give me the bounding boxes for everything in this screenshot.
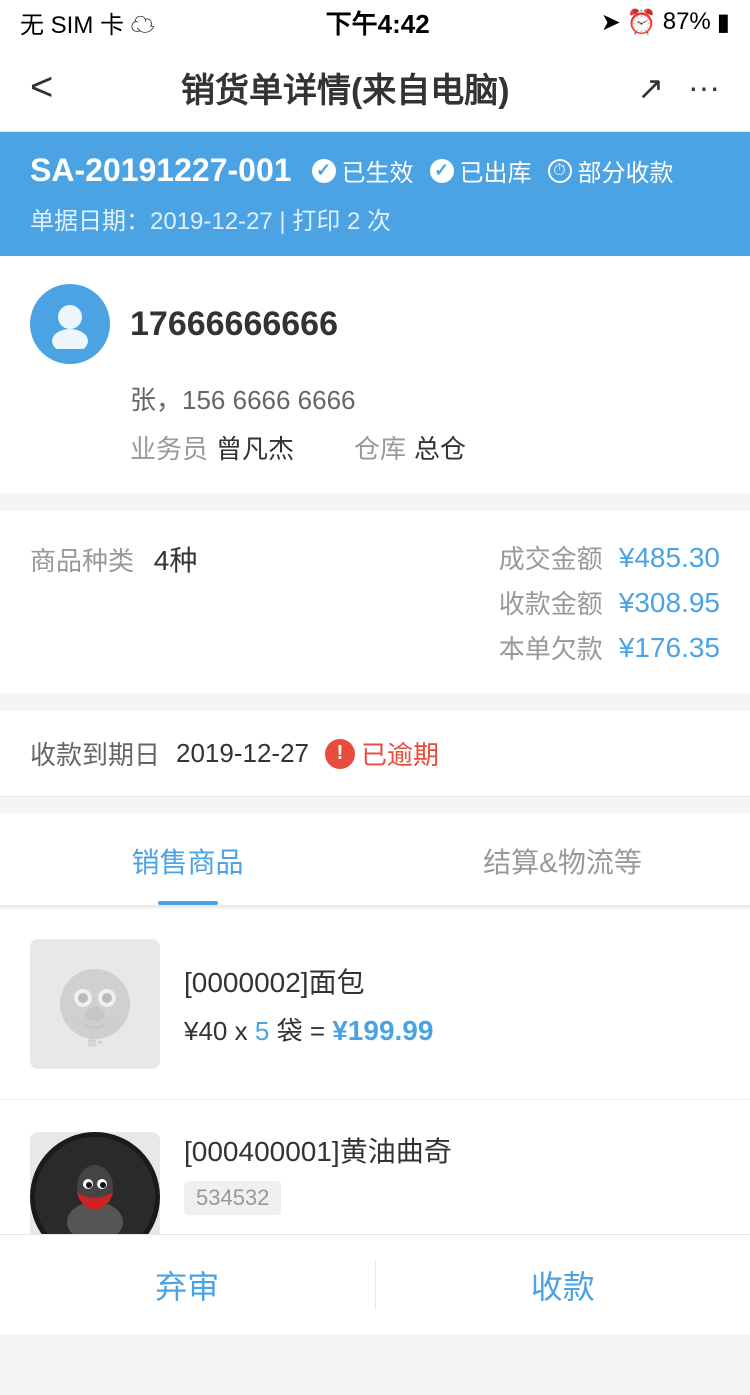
bottom-bar: 弃审 收款 bbox=[0, 1234, 750, 1334]
nav-bar: < 销货单详情(来自电脑) ↗ ··· bbox=[0, 44, 750, 132]
agent-info: 业务员 曾凡杰 bbox=[130, 429, 354, 466]
order-id: SA-20191227-001 bbox=[30, 152, 292, 189]
overdue-badge: ! 已逾期 bbox=[325, 735, 439, 772]
due-date-section: 收款到期日 2019-12-27 ! 已逾期 bbox=[0, 711, 750, 797]
status-right: ➤ ⏰ 87% ▮ bbox=[601, 8, 730, 37]
location-icon: ➤ bbox=[601, 8, 621, 37]
amount-info: 成交金额 ¥485.30 收款金额 ¥308.95 本单欠款 ¥176.35 bbox=[499, 539, 720, 666]
cancel-button[interactable]: 弃审 bbox=[0, 1242, 375, 1328]
product-info: [0000002]面包 ¥40 x 5 袋 = ¥199.99 bbox=[184, 961, 720, 1048]
overdue-text: 已逾期 bbox=[361, 735, 439, 772]
tabs-section: 销售商品 结算&物流等 bbox=[0, 813, 750, 907]
tab-settlement-label: 结算&物流等 bbox=[483, 847, 642, 878]
tab-products[interactable]: 销售商品 bbox=[0, 813, 375, 905]
badge-activated: ✓ 已生效 bbox=[312, 153, 414, 188]
product-tag: 534532 bbox=[184, 1181, 281, 1215]
debt-amount-row: 本单欠款 ¥176.35 bbox=[499, 629, 720, 666]
page-title: 销货单详情(来自电脑) bbox=[181, 63, 510, 112]
tab-settlement[interactable]: 结算&物流等 bbox=[375, 813, 750, 905]
badge-partial: ⏱ 部分收款 bbox=[548, 153, 674, 188]
more-button[interactable]: ··· bbox=[688, 69, 720, 106]
shipped-label: 已出库 bbox=[460, 153, 532, 188]
warehouse-label: 仓库 bbox=[354, 429, 406, 466]
received-label: 收款金额 bbox=[499, 584, 603, 621]
deal-amount-value: ¥485.30 bbox=[619, 542, 720, 574]
alarm-icon: ⏰ bbox=[627, 8, 657, 37]
owl-placeholder-icon: 鱼+ bbox=[45, 954, 145, 1054]
summary-section: 商品种类 4种 成交金额 ¥485.30 收款金额 ¥308.95 本单欠款 ¥… bbox=[0, 511, 750, 695]
product-name: [0000002]面包 bbox=[184, 961, 720, 1001]
product-type-info: 商品种类 4种 bbox=[30, 539, 197, 579]
order-sub-info: 单据日期：2019-12-27 | 打印 2 次 bbox=[30, 201, 720, 236]
svg-text:鱼+: 鱼+ bbox=[87, 1036, 103, 1049]
status-time: 下午4:42 bbox=[326, 4, 430, 41]
due-label: 收款到期日 bbox=[30, 735, 160, 772]
list-item: 鱼+ [0000002]面包 ¥40 x 5 袋 = ¥199.99 bbox=[0, 909, 750, 1100]
deal-amount-row: 成交金额 ¥485.30 bbox=[499, 539, 720, 576]
activated-icon: ✓ bbox=[312, 159, 336, 183]
avatar bbox=[30, 284, 110, 364]
partial-icon: ⏱ bbox=[548, 159, 572, 183]
customer-meta: 业务员 曾凡杰 仓库 总仓 bbox=[30, 429, 720, 466]
partial-label: 部分收款 bbox=[578, 153, 674, 188]
customer-section: 17666666666 张，156 6666 6666 业务员 曾凡杰 仓库 总… bbox=[0, 256, 750, 495]
received-amount-row: 收款金额 ¥308.95 bbox=[499, 584, 720, 621]
battery-icon: ▮ bbox=[717, 8, 730, 37]
warehouse-name: 总仓 bbox=[414, 429, 466, 466]
product-unit-price: ¥40 bbox=[184, 1016, 227, 1046]
agent-label: 业务员 bbox=[130, 429, 208, 466]
product-name: [000400001]黄油曲奇 bbox=[184, 1130, 720, 1170]
overdue-icon: ! bbox=[325, 739, 355, 769]
confirm-button[interactable]: 收款 bbox=[376, 1242, 750, 1328]
agent-name: 曾凡杰 bbox=[216, 429, 294, 466]
battery-level: 87% bbox=[663, 8, 711, 36]
tab-products-label: 销售商品 bbox=[131, 847, 243, 878]
warehouse-info: 仓库 总仓 bbox=[354, 429, 526, 466]
product-multiply: x bbox=[235, 1016, 255, 1046]
due-date-value: 2019-12-27 bbox=[176, 738, 309, 769]
customer-phone: 17666666666 bbox=[130, 305, 338, 344]
nav-right-actions: ↗ ··· bbox=[637, 69, 720, 107]
debt-value: ¥176.35 bbox=[619, 632, 720, 664]
type-value: 4种 bbox=[154, 545, 198, 576]
badge-shipped: ✓ 已出库 bbox=[430, 153, 532, 188]
order-badges: ✓ 已生效 ✓ 已出库 ⏱ 部分收款 bbox=[312, 153, 674, 188]
product-qty: 5 bbox=[255, 1016, 269, 1046]
product-price-row: ¥40 x 5 袋 = ¥199.99 bbox=[184, 1011, 720, 1048]
product-total: ¥199.99 bbox=[332, 1015, 433, 1046]
sim-status: 无 SIM 卡 ☁ bbox=[20, 5, 155, 40]
received-value: ¥308.95 bbox=[619, 587, 720, 619]
share-button[interactable]: ↗ bbox=[637, 69, 664, 107]
product-equals: = bbox=[310, 1016, 332, 1046]
product-unit: 袋 bbox=[277, 1016, 303, 1046]
deal-amount-label: 成交金额 bbox=[499, 539, 603, 576]
activated-label: 已生效 bbox=[342, 153, 414, 188]
back-button[interactable]: < bbox=[30, 65, 53, 110]
nav-left-actions: < bbox=[30, 65, 53, 110]
tab-underline bbox=[158, 901, 218, 905]
status-left: 无 SIM 卡 ☁ bbox=[20, 5, 155, 40]
debt-label: 本单欠款 bbox=[499, 629, 603, 666]
product-thumbnail: 鱼+ bbox=[30, 939, 160, 1069]
customer-name-phone: 张，156 6666 6666 bbox=[30, 380, 720, 417]
order-header: SA-20191227-001 ✓ 已生效 ✓ 已出库 ⏱ 部分收款 单据日期：… bbox=[0, 132, 750, 256]
status-bar: 无 SIM 卡 ☁ 下午4:42 ➤ ⏰ 87% ▮ bbox=[0, 0, 750, 44]
avatar-icon bbox=[45, 299, 95, 349]
shipped-icon: ✓ bbox=[430, 159, 454, 183]
type-label: 商品种类 bbox=[30, 546, 134, 576]
